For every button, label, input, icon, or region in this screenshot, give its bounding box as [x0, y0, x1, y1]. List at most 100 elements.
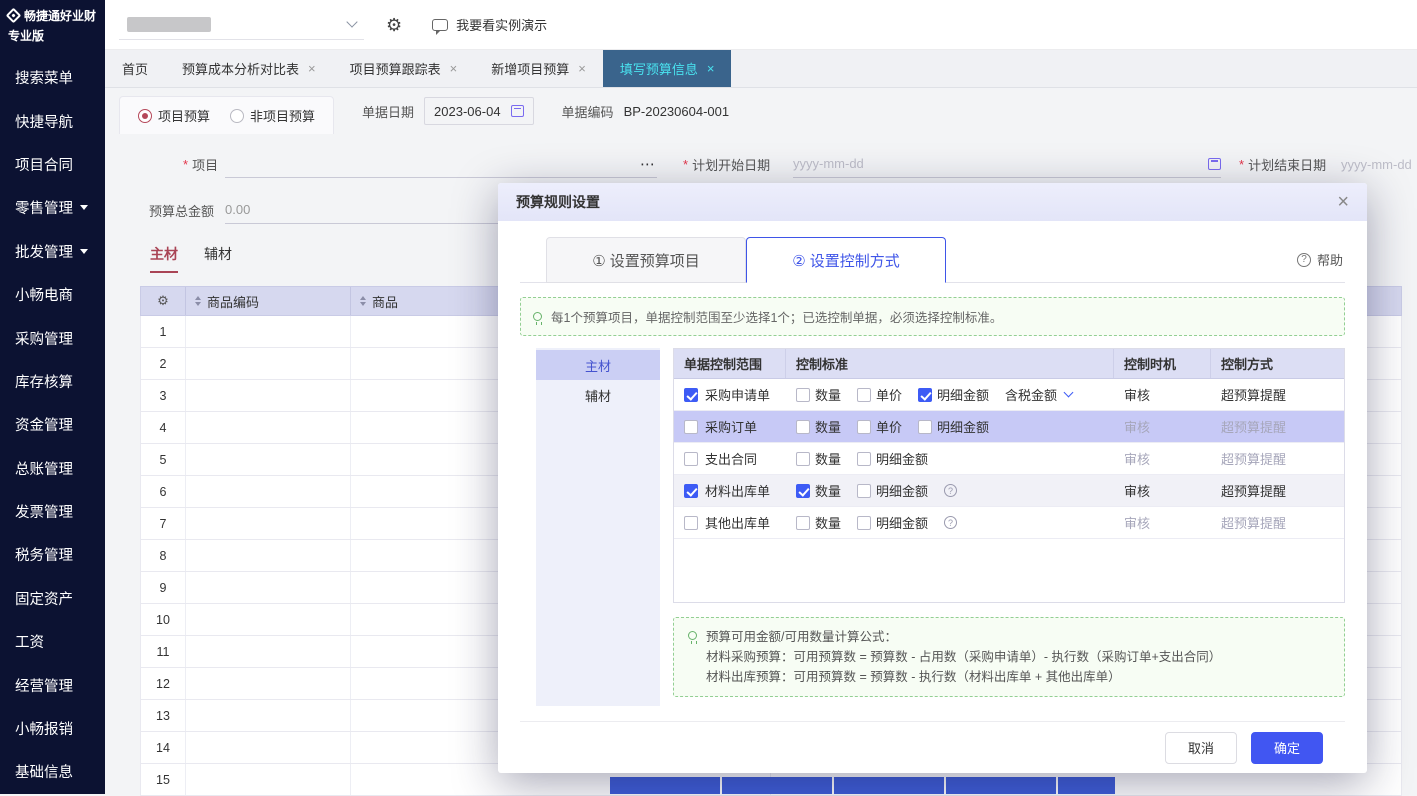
- formula-box: 预算可用金额/可用数量计算公式： 材料采购预算：可用预算数 = 预算数 - 占用…: [673, 617, 1345, 697]
- sidebar-item-payroll[interactable]: 工资: [0, 620, 105, 663]
- sidebar-item-general-ledger[interactable]: 总账管理: [0, 447, 105, 490]
- tab-set-budget-items[interactable]: ① 设置预算项目: [546, 237, 746, 283]
- close-icon[interactable]: ×: [308, 61, 316, 76]
- col-doc-scope: 单据控制范围: [674, 349, 786, 378]
- budget-type-radio-group: 项目预算 非项目预算: [119, 96, 335, 134]
- criteria-checkbox[interactable]: [796, 419, 810, 434]
- criteria-checkbox[interactable]: [857, 451, 872, 466]
- doc-checkbox[interactable]: [684, 451, 698, 466]
- sort-icon[interactable]: [195, 296, 201, 306]
- criteria-checkbox[interactable]: [918, 419, 933, 434]
- dialog-body: ① 设置预算项目 ② 设置控制方式 ? 帮助 每1个预算项目，单据控制范围至少选…: [498, 221, 1367, 773]
- sidebar-item-project-contract[interactable]: 项目合同: [0, 143, 105, 186]
- sidebar-item-fixed-assets[interactable]: 固定资产: [0, 577, 105, 620]
- sidebar-item-search-menu[interactable]: 搜索菜单: [0, 56, 105, 99]
- criteria-checkbox[interactable]: [796, 451, 810, 466]
- col-header-product: 商品: [372, 294, 399, 310]
- close-icon[interactable]: ×: [578, 61, 586, 76]
- doc-checkbox[interactable]: [684, 483, 698, 498]
- settings-gear-icon[interactable]: ⚙: [386, 16, 402, 34]
- dialog-close-icon[interactable]: ×: [1337, 192, 1349, 212]
- calendar-icon[interactable]: [510, 105, 524, 117]
- sidebar-item-fund-mgmt[interactable]: 资金管理: [0, 403, 105, 446]
- rule-row-purchase-order[interactable]: 采购订单 数量 单价 明细金额 审核 超预算提醒: [674, 411, 1344, 443]
- side-item-aux-material[interactable]: 辅材: [536, 380, 660, 410]
- close-icon[interactable]: ×: [707, 61, 715, 76]
- radio-nonproject-budget[interactable]: 非项目预算: [230, 106, 315, 125]
- page-tabbar: 首页 预算成本分析对比表 × 项目预算跟踪表 × 新增项目预算 × 填写预算信息 ×: [105, 50, 1417, 88]
- plan-end-input[interactable]: yyyy-mm-dd: [1341, 150, 1417, 178]
- cancel-button[interactable]: 取消: [1164, 731, 1237, 764]
- tab-project-budget-tracking[interactable]: 项目预算跟踪表 ×: [333, 50, 475, 87]
- tax-amount-dropdown[interactable]: 含税金额: [1005, 385, 1074, 404]
- tab-set-control-method[interactable]: ② 设置控制方式: [746, 237, 946, 283]
- doc-label: 材料出库单: [705, 484, 771, 499]
- tab-new-project-budget[interactable]: 新增项目预算 ×: [474, 50, 603, 87]
- project-input[interactable]: ⋯: [225, 150, 657, 178]
- rule-row-expense-contract[interactable]: 支出合同 数量 明细金额 审核 超预算提醒: [674, 443, 1344, 475]
- criteria-checkbox[interactable]: [796, 483, 810, 498]
- sidebar-item-inventory-accounting[interactable]: 库存核算: [0, 360, 105, 403]
- criteria-checkbox[interactable]: [796, 515, 810, 530]
- method-value: 超预算提醒: [1221, 420, 1287, 435]
- help-link[interactable]: ? 帮助: [1296, 250, 1343, 269]
- rule-row-other-outbound[interactable]: 其他出库单 数量 明细金额 ? 审核 超预算提醒: [674, 507, 1344, 539]
- org-selector[interactable]: [119, 10, 364, 40]
- plan-start-label: * 计划开始日期: [683, 156, 771, 173]
- sidebar-item-quick-nav[interactable]: 快捷导航: [0, 99, 105, 142]
- tab-main-material[interactable]: 主材: [150, 244, 178, 273]
- timing-value: 审核: [1124, 452, 1151, 467]
- demo-link[interactable]: 我要看实例演示: [432, 15, 547, 35]
- document-toolbar: 项目预算 非项目预算 单据日期 2023-06-04 单据编码 BP-20230…: [105, 88, 1417, 134]
- tab-home[interactable]: 首页: [105, 50, 165, 87]
- calendar-icon[interactable]: [1208, 157, 1221, 170]
- dialog-footer: 取消 确定: [520, 721, 1345, 773]
- confirm-button[interactable]: 确定: [1250, 731, 1323, 764]
- criteria-checkbox[interactable]: [857, 483, 872, 498]
- question-icon[interactable]: ?: [944, 516, 958, 529]
- sidebar-item-basic-info[interactable]: 基础信息: [0, 750, 105, 793]
- chevron-down-icon: [346, 16, 358, 28]
- criteria-checkbox[interactable]: [857, 419, 872, 434]
- dialog-title: 预算规则设置: [516, 194, 600, 210]
- tab-aux-material[interactable]: 辅材: [204, 244, 232, 273]
- sidebar-item-retail-mgmt[interactable]: 零售管理: [0, 186, 105, 229]
- criteria-checkbox[interactable]: [857, 387, 872, 402]
- method-value: 超预算提醒: [1221, 484, 1287, 499]
- doc-date-input[interactable]: 2023-06-04: [424, 97, 534, 125]
- dialog-tabs: ① 设置预算项目 ② 设置控制方式 ? 帮助: [520, 237, 1345, 283]
- doc-checkbox[interactable]: [684, 515, 698, 530]
- project-picker-button[interactable]: ⋯: [638, 155, 657, 173]
- doc-checkbox[interactable]: [684, 387, 698, 402]
- radio-icon: [230, 108, 245, 123]
- budget-total-label: 预算总金额: [149, 203, 215, 219]
- doc-label: 其他出库单: [705, 516, 771, 531]
- sidebar-item-tax-mgmt[interactable]: 税务管理: [0, 533, 105, 576]
- grid-settings-gear-icon[interactable]: ⚙: [157, 293, 169, 309]
- radio-project-budget[interactable]: 项目预算: [138, 106, 210, 125]
- tab-budget-cost-analysis[interactable]: 预算成本分析对比表 ×: [165, 50, 333, 87]
- close-icon[interactable]: ×: [450, 61, 458, 76]
- rule-row-purchase-request[interactable]: 采购申请单 数量 单价 明细金额 含税金额 审核 超预算提醒: [674, 379, 1344, 411]
- sidebar-item-reimbursement[interactable]: 小畅报销: [0, 707, 105, 750]
- side-item-main-material[interactable]: 主材: [536, 350, 660, 380]
- doc-checkbox[interactable]: [684, 419, 698, 434]
- doc-code-value: BP-20230604-001: [623, 103, 730, 119]
- criteria-checkbox[interactable]: [857, 515, 872, 530]
- criteria-checkbox[interactable]: [918, 387, 933, 402]
- sidebar-item-wholesale-mgmt[interactable]: 批发管理: [0, 230, 105, 273]
- rule-row-material-outbound[interactable]: 材料出库单 数量 明细金额 ? 审核 超预算提醒: [674, 475, 1344, 507]
- col-control-method: 控制方式: [1221, 357, 1274, 372]
- dropdown-arrow-icon: [80, 205, 88, 211]
- question-icon[interactable]: ?: [944, 484, 958, 497]
- tab-fill-budget-info[interactable]: 填写预算信息 ×: [602, 50, 732, 87]
- sidebar-item-business-mgmt[interactable]: 经营管理: [0, 663, 105, 706]
- sort-icon[interactable]: [360, 296, 366, 306]
- sidebar-item-ecommerce[interactable]: 小畅电商: [0, 273, 105, 316]
- criteria-checkbox[interactable]: [796, 387, 810, 402]
- formula-line: 材料采购预算：可用预算数 = 预算数 - 占用数（采购申请单）- 执行数（采购订…: [706, 650, 1222, 664]
- sidebar-item-invoice-mgmt[interactable]: 发票管理: [0, 490, 105, 533]
- plan-start-input[interactable]: yyyy-mm-dd: [793, 150, 1221, 178]
- dialog-content: 主材 辅材 单据控制范围 控制标准 控制时机 控制方式 采购申请单 数量 单价 …: [536, 348, 1345, 706]
- sidebar-item-purchase-mgmt[interactable]: 采购管理: [0, 316, 105, 359]
